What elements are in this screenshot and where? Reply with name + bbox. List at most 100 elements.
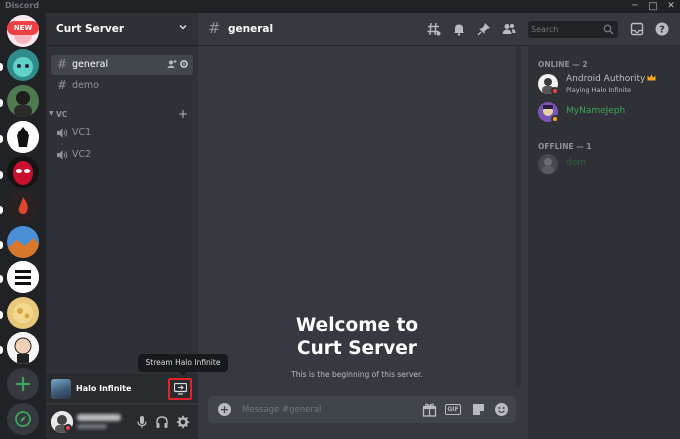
settings-gear-icon[interactable] <box>176 415 190 429</box>
gear-icon[interactable] <box>179 59 189 69</box>
members-icon[interactable] <box>502 22 516 36</box>
unread-pip <box>0 275 3 283</box>
add-channel-icon[interactable]: + <box>178 107 188 121</box>
e-logo-icon <box>7 261 39 293</box>
person-photo-icon <box>7 85 39 117</box>
unread-pip <box>0 135 3 143</box>
new-badge: NEW <box>7 21 39 35</box>
microphone-icon[interactable] <box>135 415 149 429</box>
member-android-authority[interactable]: Android Authority Playing Halo Infinite <box>536 72 676 96</box>
help-icon[interactable]: ? <box>655 22 669 36</box>
monstercat-icon <box>7 121 39 153</box>
stream-game-button[interactable] <box>168 378 192 400</box>
search-box[interactable] <box>528 21 618 38</box>
voice-channel-vc1[interactable]: VC1 <box>51 123 193 143</box>
offline-category: OFFLINE — 1 <box>538 142 592 151</box>
voice-category[interactable]: ▼ VC + <box>48 107 196 122</box>
channel-general[interactable]: # general <box>51 55 193 75</box>
server-icon-3[interactable] <box>7 121 39 153</box>
inbox-icon[interactable] <box>630 22 644 36</box>
unread-pip <box>0 346 3 354</box>
game-name: Halo Infinite <box>76 384 132 393</box>
app-title: Discord <box>5 1 40 10</box>
close-button[interactable]: ✕ <box>663 0 679 13</box>
unread-pip <box>0 99 3 107</box>
member-activity: Playing Halo Infinite <box>566 86 631 94</box>
unread-pip <box>0 206 3 214</box>
add-server-button[interactable] <box>7 368 39 400</box>
search-input[interactable] <box>531 23 601 36</box>
invite-icon[interactable] <box>167 59 177 69</box>
member-avatar <box>538 154 558 174</box>
stream-tooltip: Stream Halo Infinite <box>138 354 228 376</box>
chevron-down-icon: ▼ <box>49 110 54 117</box>
explore-servers-button[interactable] <box>7 403 39 435</box>
speaker-icon <box>57 150 68 160</box>
channel-label: general <box>72 59 109 70</box>
server-icon-5[interactable] <box>7 191 39 223</box>
game-thumbnail <box>51 379 71 399</box>
food-icon <box>7 297 39 329</box>
welcome-line-2: Curt Server <box>297 338 417 359</box>
unread-pip <box>0 63 3 71</box>
server-icon-4[interactable] <box>7 156 39 188</box>
screen-share-icon <box>174 383 187 395</box>
server-icon-9[interactable] <box>7 332 39 364</box>
chevron-down-icon <box>179 24 187 30</box>
hash-icon: # <box>208 19 221 37</box>
attach-plus-icon[interactable]: + <box>218 403 231 416</box>
channel-header: # general ? <box>198 13 680 46</box>
channel-label: VC1 <box>72 127 92 138</box>
status-indicator <box>551 87 559 95</box>
status-indicator <box>64 424 72 432</box>
unread-pip <box>0 241 3 249</box>
member-name: dom <box>566 158 586 168</box>
category-label: VC <box>56 110 68 119</box>
member-name: MyNameJeph <box>566 106 626 116</box>
member-list: ONLINE — 2 Android Authority Playing Hal… <box>528 46 680 439</box>
compass-icon <box>15 411 31 427</box>
threads-icon[interactable] <box>427 22 441 36</box>
message-input[interactable] <box>242 402 392 417</box>
welcome-line-1: Welcome to <box>295 315 419 336</box>
status-indicator <box>551 115 559 123</box>
chat-scrollbar[interactable] <box>516 46 521 388</box>
cartoon-face-icon <box>7 332 39 364</box>
user-tag-blurred <box>77 424 107 429</box>
voice-channel-vc2[interactable]: VC2 <box>51 145 193 165</box>
server-icon-7[interactable] <box>7 261 39 293</box>
hash-icon: # <box>57 78 68 92</box>
hash-icon: # <box>57 57 68 71</box>
activity-panel: Halo Infinite <box>46 374 198 404</box>
channel-sidebar: Curt Server # general # demo ▼ VC + VC1 <box>46 13 198 439</box>
unread-pip <box>0 311 3 319</box>
server-icon-2[interactable] <box>7 85 39 117</box>
maximize-button[interactable]: □ <box>645 0 661 13</box>
spiderman-icon <box>7 156 39 188</box>
sticker-icon[interactable] <box>471 402 486 417</box>
gif-button[interactable]: GIF <box>445 404 461 415</box>
landscape-icon <box>7 226 39 258</box>
headphones-icon[interactable] <box>155 415 169 429</box>
channel-label: demo <box>72 80 99 91</box>
speaker-icon <box>57 128 68 138</box>
emoji-icon[interactable] <box>494 402 509 417</box>
server-header[interactable]: Curt Server <box>46 13 198 46</box>
server-icon-8[interactable] <box>7 297 39 329</box>
server-icon-6[interactable] <box>7 226 39 258</box>
channel-demo[interactable]: # demo <box>51 76 193 96</box>
minimize-button[interactable]: ─ <box>627 0 643 13</box>
gift-icon[interactable] <box>422 402 437 417</box>
message-composer: + GIF <box>208 396 516 423</box>
member-mynamejeph[interactable]: MyNameJeph <box>536 100 676 124</box>
member-name: Android Authority <box>566 74 646 84</box>
bell-icon[interactable] <box>452 22 466 36</box>
unread-pip <box>0 171 3 179</box>
pin-icon[interactable] <box>477 22 491 36</box>
flame-icon <box>7 191 39 223</box>
online-category: ONLINE — 2 <box>538 60 588 69</box>
crown-icon <box>647 74 656 81</box>
svg-text:?: ? <box>659 25 665 36</box>
server-icon-1[interactable] <box>7 49 39 81</box>
member-dom[interactable]: dom <box>536 152 676 176</box>
